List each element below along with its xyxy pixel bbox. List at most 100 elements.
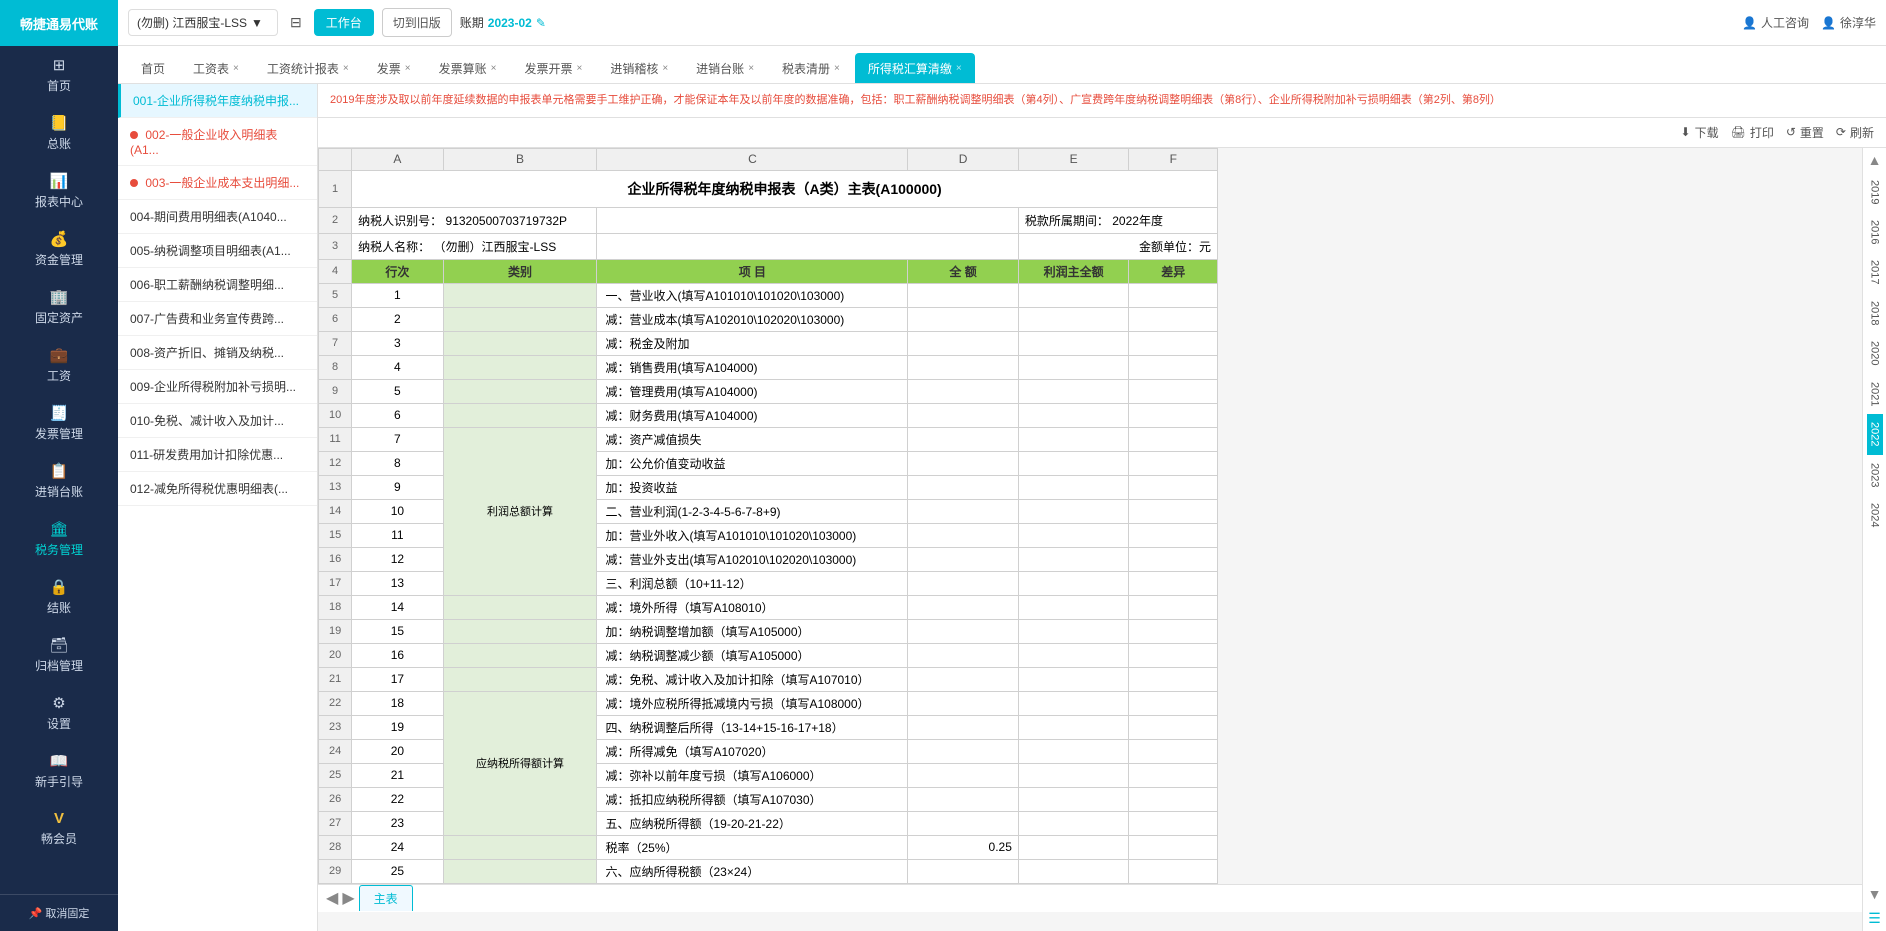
- tab-tax-schedule-close[interactable]: ×: [834, 63, 840, 74]
- header-leibie: 类别: [443, 259, 597, 283]
- left-panel-item-003[interactable]: 003-一般企业成本支出明细...: [118, 166, 317, 200]
- table-row: 6 2 减：营业成本(填写A102010\102020\103000): [319, 307, 1218, 331]
- tab-payroll-report-close[interactable]: ×: [343, 63, 349, 74]
- left-panel-item-007[interactable]: 007-广告费和业务宣传费跨...: [118, 302, 317, 336]
- sidebar-item-sales-ledger[interactable]: 📋 进销台账: [0, 452, 118, 510]
- period-edit-icon[interactable]: ✎: [536, 16, 546, 30]
- sales-ledger-icon: 📋: [50, 462, 69, 480]
- left-panel-item-004[interactable]: 004-期间费用明细表(A1040...: [118, 200, 317, 234]
- tax-icon: 🏛: [49, 520, 68, 538]
- warning-bar: 2019年度涉及取以前年度延续数据的申报表单元格需要手工维护正确，才能保证本年及…: [318, 84, 1886, 118]
- sheet-title: 企业所得税年度纳税申报表（A类）主表(A100000): [352, 170, 1218, 207]
- year-item-2024[interactable]: 2024: [1867, 495, 1883, 535]
- left-panel-item-009[interactable]: 009-企业所得税附加补亏损明...: [118, 370, 317, 404]
- tab-sales-ledger[interactable]: 进销台账 ×: [683, 53, 767, 83]
- pin-button[interactable]: 📌 取消固定: [0, 895, 118, 931]
- col-header-d: D: [908, 148, 1019, 170]
- fund-icon: 💰: [50, 230, 69, 248]
- sidebar-item-new-guide[interactable]: 📖 新手引导: [0, 742, 118, 800]
- user-service[interactable]: 👤 人工咨询: [1742, 14, 1809, 31]
- tab-invoice-issue-close[interactable]: ×: [576, 63, 582, 74]
- sheet-nav-right[interactable]: ▶: [342, 888, 354, 908]
- sidebar-item-settings[interactable]: ⚙ 设置: [0, 684, 118, 742]
- year-item-2017[interactable]: 2017: [1867, 252, 1883, 292]
- year-expand-icon[interactable]: ☰: [1864, 906, 1885, 931]
- guide-icon: 📖: [50, 752, 69, 770]
- sidebar-item-general-ledger[interactable]: 📒 总账: [0, 104, 118, 162]
- sidebar-item-fund-mgmt[interactable]: 💰 资金管理: [0, 220, 118, 278]
- left-panel-item-002[interactable]: 002-一般企业收入明细表(A1...: [118, 118, 317, 166]
- left-panel-item-008[interactable]: 008-资产折旧、摊销及纳税...: [118, 336, 317, 370]
- left-panel-item-005[interactable]: 005-纳税调整项目明细表(A1...: [118, 234, 317, 268]
- tab-home[interactable]: 首页: [128, 53, 178, 83]
- company-settings-icon[interactable]: ⊟: [286, 12, 306, 33]
- table-row: 28 24 税率（25%） 0.25: [319, 835, 1218, 859]
- table-row: 8 4 减：销售费用(填写A104000): [319, 355, 1218, 379]
- left-panel-item-011[interactable]: 011-研发费用加计扣除优惠...: [118, 438, 317, 472]
- year-scroll-down[interactable]: ▼: [1864, 882, 1886, 906]
- sidebar-item-closing[interactable]: 🔒 结账: [0, 568, 118, 626]
- tab-payroll-report[interactable]: 工资统计报表 ×: [254, 53, 362, 83]
- year-scroll-up[interactable]: ▲: [1864, 148, 1886, 172]
- header-xiangmu: 项 目: [597, 259, 908, 283]
- sidebar-item-member[interactable]: V 畅会员: [0, 800, 118, 857]
- left-panel-item-006[interactable]: 006-职工薪酬纳税调整明细...: [118, 268, 317, 302]
- switch-version-button[interactable]: 切到旧版: [382, 8, 452, 37]
- refresh-button[interactable]: ⟳ 刷新: [1836, 124, 1874, 141]
- table-row: 2 纳税人识别号： 91320500703719732P 税款所属期间： 202…: [319, 207, 1218, 233]
- tab-sales-audit-close[interactable]: ×: [662, 63, 668, 74]
- sidebar-item-invoice-mgmt[interactable]: 🧾 发票管理: [0, 394, 118, 452]
- username-display[interactable]: 👤 徐淳华: [1821, 14, 1876, 31]
- tab-invoice[interactable]: 发票 ×: [364, 53, 424, 83]
- sidebar-item-home[interactable]: ⊞ 首页: [0, 46, 118, 104]
- content-area: 001-企业所得税年度纳税申报... 002-一般企业收入明细表(A1... 0…: [118, 84, 1886, 931]
- sheet-nav-left[interactable]: ◀: [326, 888, 338, 908]
- sidebar-item-tax-mgmt[interactable]: 🏛 税务管理: [0, 510, 118, 568]
- sidebar-item-fixed-assets[interactable]: 🏢 固定资产: [0, 278, 118, 336]
- tab-invoice-calc[interactable]: 发票算账 ×: [426, 53, 510, 83]
- tab-tax-schedule[interactable]: 税表清册 ×: [769, 53, 853, 83]
- year-item-2016[interactable]: 2016: [1867, 212, 1883, 252]
- table-row: 3 纳税人名称： （勿删）江西服宝-LSS 金额单位：元: [319, 233, 1218, 259]
- reset-button[interactable]: ↺ 重置: [1786, 124, 1824, 141]
- left-panel-item-012[interactable]: 012-减免所得税优惠明细表(...: [118, 472, 317, 506]
- company-name-cell: 纳税人名称： （勿删）江西服宝-LSS: [352, 233, 597, 259]
- sidebar-item-payroll[interactable]: 💼 工资: [0, 336, 118, 394]
- tab-payroll-close[interactable]: ×: [233, 63, 239, 74]
- year-item-2022[interactable]: 2022: [1867, 414, 1883, 454]
- right-content: 2019年度涉及取以前年度延续数据的申报表单元格需要手工维护正确，才能保证本年及…: [318, 84, 1886, 931]
- tab-payroll[interactable]: 工资表 ×: [180, 53, 252, 83]
- sheet-tab-main[interactable]: 主表: [359, 885, 413, 911]
- sidebar-item-archive-mgmt[interactable]: 🗃 归档管理: [0, 626, 118, 684]
- left-panel-item-001[interactable]: 001-企业所得税年度纳税申报...: [118, 84, 317, 118]
- year-item-2020[interactable]: 2020: [1867, 333, 1883, 373]
- year-item-2019[interactable]: 2019: [1867, 172, 1883, 212]
- print-button[interactable]: 🖨 打印: [1731, 124, 1774, 141]
- tab-invoice-issue[interactable]: 发票开票 ×: [511, 53, 595, 83]
- table-row: 11 7 利润总额计算 减：资产减值损失: [319, 427, 1218, 451]
- header-xuhao: 行次: [352, 259, 443, 283]
- year-item-2023[interactable]: 2023: [1867, 455, 1883, 495]
- tab-income-tax-close[interactable]: ×: [956, 63, 962, 74]
- tab-sales-audit[interactable]: 进销稽核 ×: [597, 53, 681, 83]
- year-item-2018[interactable]: 2018: [1867, 293, 1883, 333]
- table-row: 10 6 减：财务费用(填写A104000): [319, 403, 1218, 427]
- sidebar-item-report-center[interactable]: 📊 报表中心: [0, 162, 118, 220]
- download-button[interactable]: ⬇ 下载: [1681, 124, 1719, 141]
- tab-invoice-close[interactable]: ×: [405, 63, 411, 74]
- sheet-main[interactable]: A B C D E F: [318, 148, 1862, 931]
- tab-invoice-calc-close[interactable]: ×: [491, 63, 497, 74]
- row-num-2: 2: [319, 207, 352, 233]
- year-item-2021[interactable]: 2021: [1867, 374, 1883, 414]
- company-selector[interactable]: (勿删) 江西服宝-LSS ▼: [128, 9, 278, 36]
- row-num-1: 1: [319, 170, 352, 207]
- currency-cell: 金额单位：元: [1018, 233, 1217, 259]
- table-row: 20 16 减：纳税调整减少额（填写A105000）: [319, 643, 1218, 667]
- workbench-button[interactable]: 工作台: [314, 9, 374, 36]
- tab-income-tax[interactable]: 所得税汇算清缴 ×: [855, 53, 975, 83]
- left-panel-item-010[interactable]: 010-免税、减计收入及加计...: [118, 404, 317, 438]
- tab-sales-ledger-close[interactable]: ×: [748, 63, 754, 74]
- header-lirunquane: 利润主全额: [1018, 259, 1129, 283]
- report-icon: 📊: [50, 172, 69, 190]
- header-quane: 全 额: [908, 259, 1019, 283]
